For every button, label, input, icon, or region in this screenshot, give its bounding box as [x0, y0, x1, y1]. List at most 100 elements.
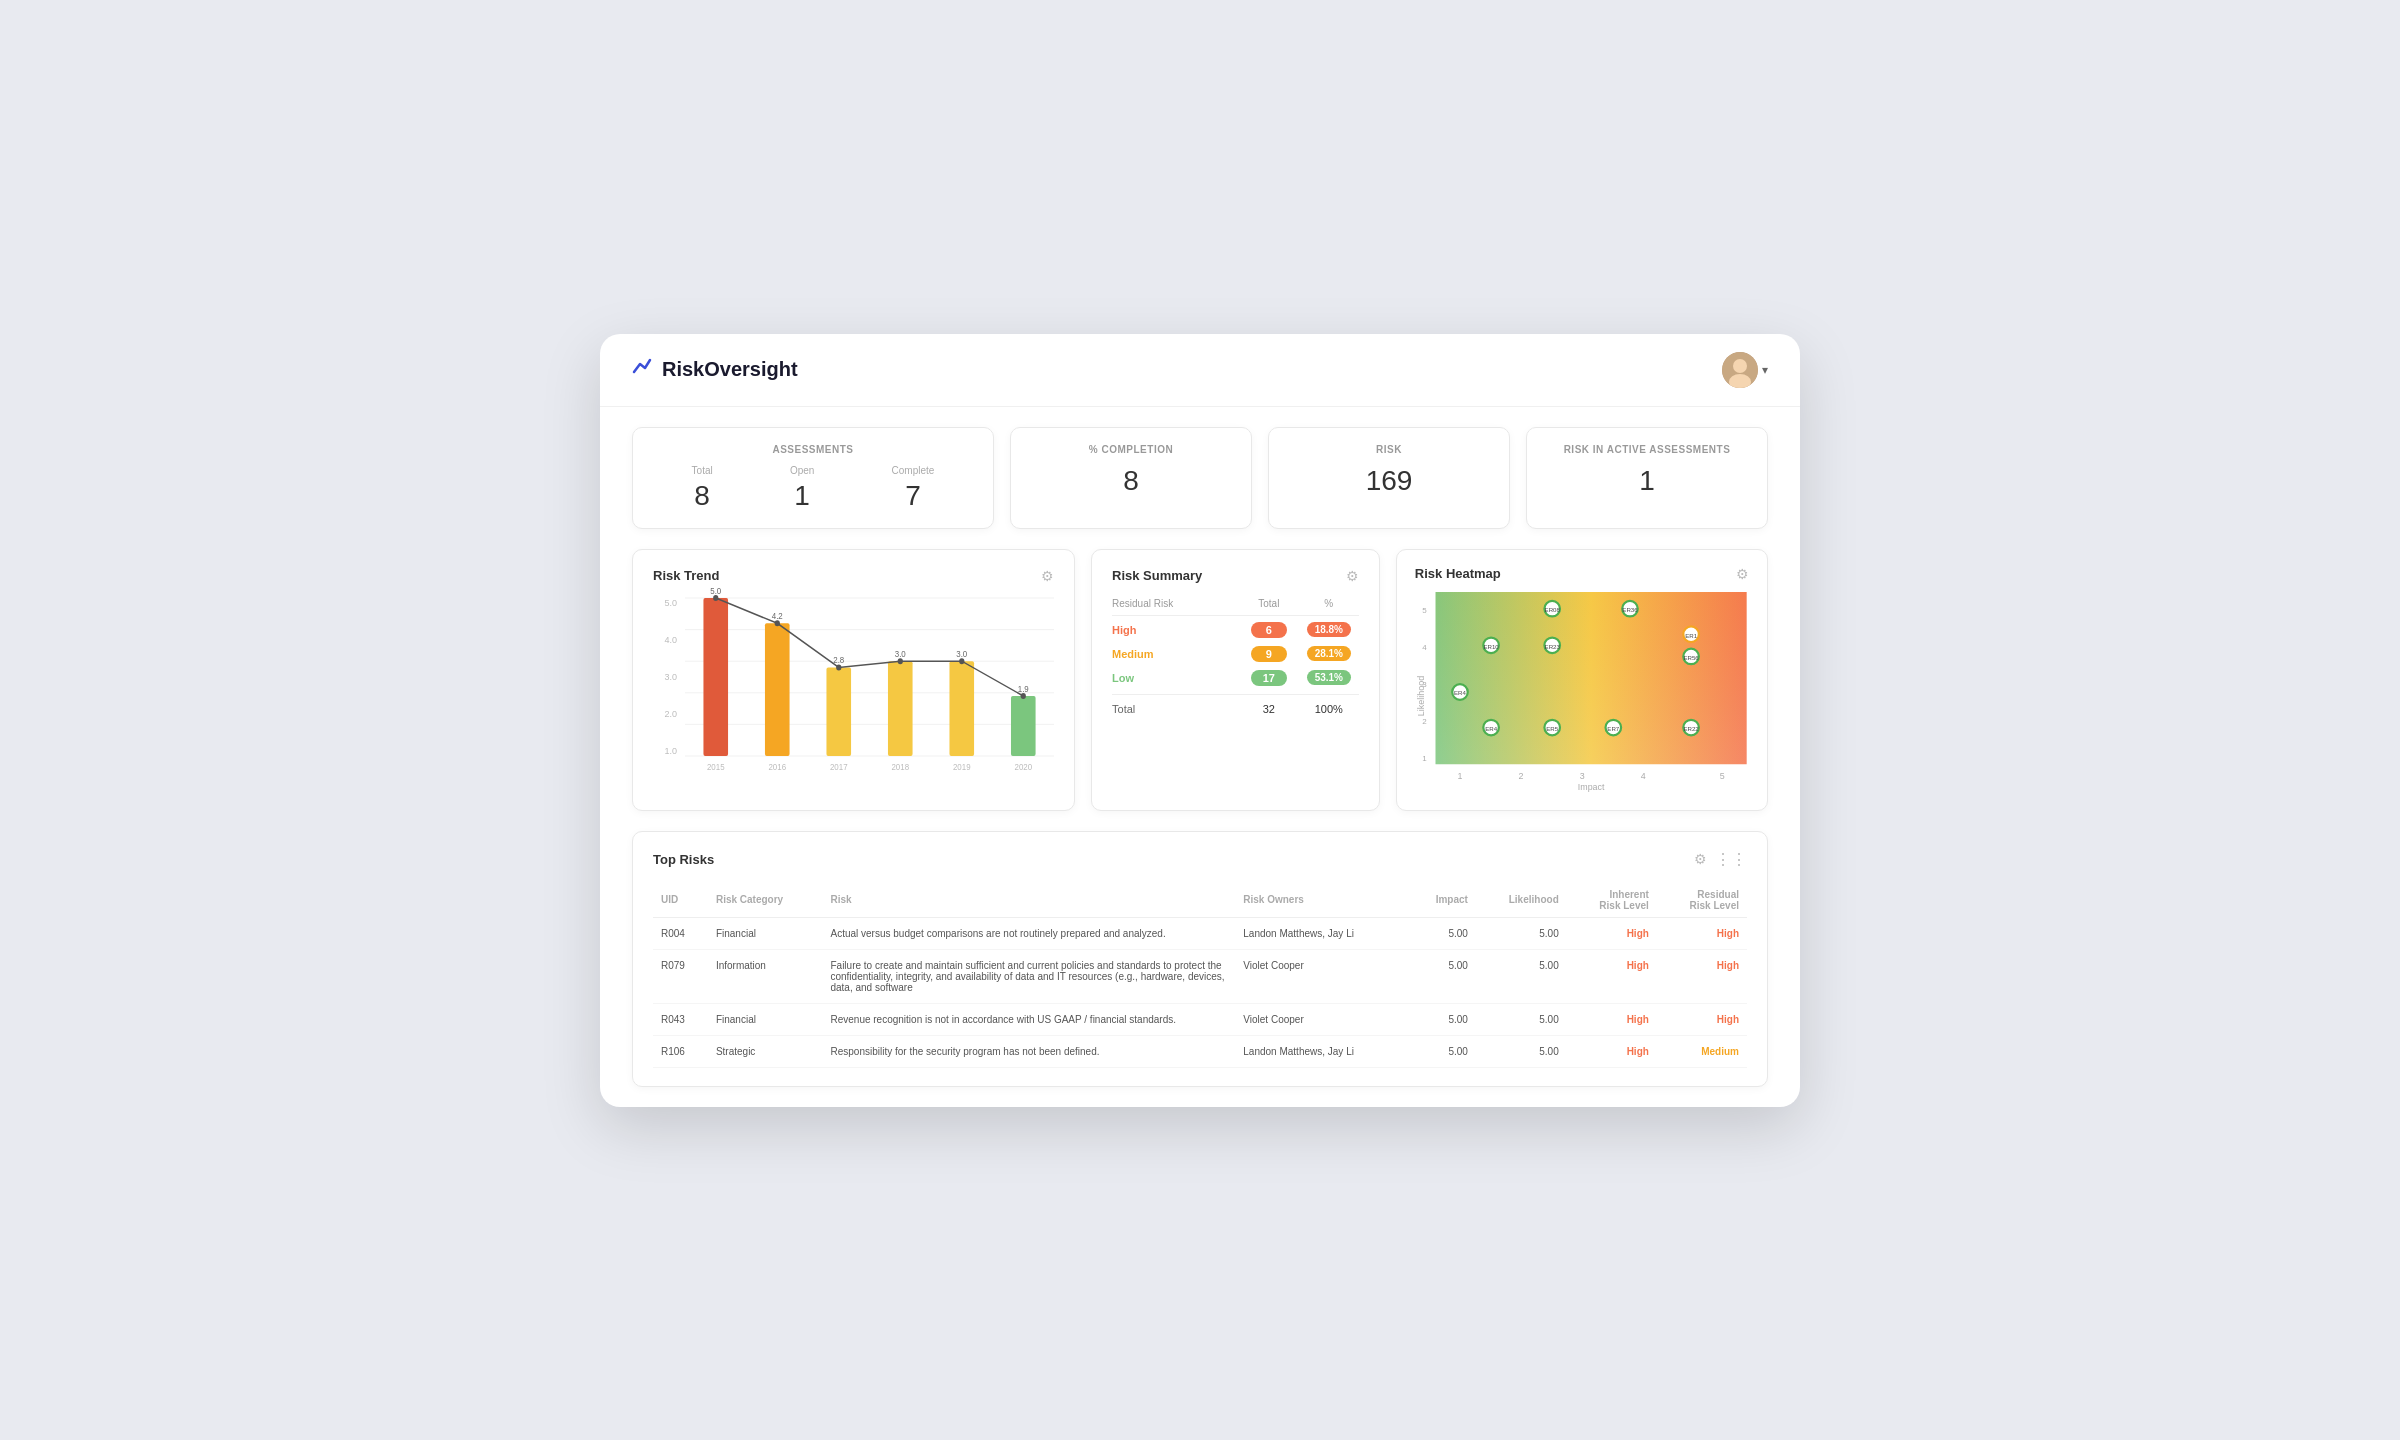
- summary-table: Residual Risk Total % High 6 18.8%: [1112, 598, 1359, 715]
- cell-uid: R106: [653, 1035, 708, 1067]
- main-content: ASSESSMENTS Total 8 Open 1 Complete 7: [600, 407, 1800, 1107]
- svg-text:1.9: 1.9: [1018, 683, 1029, 694]
- cell-likelihood: 5.00: [1476, 1003, 1567, 1035]
- cell-residual: High: [1657, 1003, 1747, 1035]
- y-tick-4: 4: [1422, 643, 1426, 652]
- y-tick-1: 1: [1422, 754, 1426, 763]
- total-row-value: 32: [1239, 703, 1299, 715]
- heatmap-gear-icon[interactable]: ⚙: [1736, 566, 1749, 582]
- table-icons: ⚙ ⋮⋮: [1694, 850, 1747, 869]
- col-residual: ResidualRisk Level: [1657, 883, 1747, 918]
- assessments-title: ASSESSMENTS: [653, 444, 973, 455]
- svg-text:2018: 2018: [891, 761, 909, 772]
- total-label: Total: [692, 465, 713, 476]
- svg-point-25: [959, 658, 964, 664]
- y-label-1: 1.0: [664, 746, 677, 756]
- svg-text:ER7: ER7: [1607, 724, 1619, 731]
- risk-trend-gear-icon[interactable]: ⚙: [1041, 568, 1054, 584]
- svg-point-21: [713, 595, 718, 601]
- high-label: High: [1112, 624, 1239, 636]
- cell-owners: Violet Cooper: [1235, 949, 1409, 1003]
- svg-point-1: [1733, 359, 1747, 373]
- cell-residual: High: [1657, 917, 1747, 949]
- cell-impact: 5.00: [1410, 917, 1476, 949]
- svg-text:2019: 2019: [953, 761, 971, 772]
- medium-total-badge: 9: [1251, 646, 1287, 662]
- top-risks-title: Top Risks: [653, 852, 714, 867]
- high-total-badge: 6: [1251, 622, 1287, 638]
- open-group: Open 1: [790, 465, 814, 512]
- table-row: R043 Financial Revenue recognition is no…: [653, 1003, 1747, 1035]
- svg-text:2016: 2016: [768, 761, 786, 772]
- heatmap-svg: ER08 ER36 ER10 ER23 ER1 ER56: [1429, 592, 1753, 792]
- chevron-down-icon: ▾: [1762, 363, 1768, 377]
- complete-group: Complete 7: [892, 465, 935, 512]
- svg-text:ER23: ER23: [1544, 642, 1560, 649]
- table-row: R106 Strategic Responsibility for the se…: [653, 1035, 1747, 1067]
- complete-label: Complete: [892, 465, 935, 476]
- risk-active-title: RISK IN ACTIVE ASSESSMENTS: [1547, 444, 1747, 455]
- svg-text:ER5: ER5: [1546, 724, 1558, 731]
- cell-impact: 5.00: [1410, 949, 1476, 1003]
- cell-category: Information: [708, 949, 823, 1003]
- cell-residual: Medium: [1657, 1035, 1747, 1067]
- logo-text: RiskOversight: [662, 358, 798, 381]
- logo-area: RiskOversight: [632, 356, 798, 383]
- user-avatar[interactable]: [1722, 352, 1758, 388]
- table-row: R004 Financial Actual versus budget comp…: [653, 917, 1747, 949]
- cell-risk: Responsibility for the security program …: [822, 1035, 1235, 1067]
- y-axis-label: Likelihood: [1416, 675, 1426, 716]
- cell-impact: 5.00: [1410, 1035, 1476, 1067]
- cell-uid: R004: [653, 917, 708, 949]
- summary-col-residual: Residual Risk: [1112, 598, 1239, 609]
- svg-rect-17: [949, 661, 974, 756]
- heatmap-card: Risk Heatmap ⚙ Likelihood 5 4 3 2: [1396, 549, 1768, 811]
- risk-trend-card: Risk Trend ⚙ 5.0 4.0 3.0 2.0 1.0: [632, 549, 1075, 811]
- svg-text:3: 3: [1580, 770, 1585, 780]
- svg-text:ER36: ER36: [1622, 606, 1638, 613]
- col-category: Risk Category: [708, 883, 823, 918]
- completion-title: % COMPLETION: [1031, 444, 1231, 455]
- svg-point-24: [898, 658, 903, 664]
- svg-rect-11: [765, 623, 790, 756]
- stats-row: ASSESSMENTS Total 8 Open 1 Complete 7: [632, 427, 1768, 529]
- cell-category: Financial: [708, 917, 823, 949]
- cell-risk: Revenue recognition is not in accordance…: [822, 1003, 1235, 1035]
- risk-value: 169: [1289, 465, 1489, 497]
- logo-icon: [632, 356, 654, 383]
- col-impact: Impact: [1410, 883, 1476, 918]
- y-label-4: 4.0: [664, 635, 677, 645]
- svg-text:2020: 2020: [1014, 761, 1032, 772]
- svg-text:4.2: 4.2: [772, 610, 783, 621]
- svg-text:4: 4: [1641, 770, 1646, 780]
- col-inherent: InherentRisk Level: [1567, 883, 1657, 918]
- col-likelihood: Likelihood: [1476, 883, 1567, 918]
- svg-text:Impact: Impact: [1578, 781, 1605, 791]
- cell-owners: Landon Matthews, Jay Li: [1235, 1035, 1409, 1067]
- cell-risk: Actual versus budget comparisons are not…: [822, 917, 1235, 949]
- complete-value: 7: [892, 480, 935, 512]
- high-pct-badge: 18.8%: [1307, 622, 1351, 637]
- cell-likelihood: 5.00: [1476, 949, 1567, 1003]
- cell-inherent: High: [1567, 949, 1657, 1003]
- cell-likelihood: 5.00: [1476, 1035, 1567, 1067]
- svg-text:3.0: 3.0: [895, 648, 906, 659]
- y-label-3: 3.0: [664, 672, 677, 682]
- risk-summary-title: Risk Summary: [1112, 568, 1202, 583]
- svg-text:2015: 2015: [707, 761, 725, 772]
- user-menu[interactable]: ▾: [1722, 352, 1768, 388]
- svg-text:5.0: 5.0: [710, 585, 721, 596]
- risk-title: RISK: [1289, 444, 1489, 455]
- cell-category: Strategic: [708, 1035, 823, 1067]
- svg-text:5: 5: [1720, 770, 1725, 780]
- risk-summary-gear-icon[interactable]: ⚙: [1346, 568, 1359, 584]
- table-dots-icon[interactable]: ⋮⋮: [1715, 850, 1747, 869]
- table-gear-icon[interactable]: ⚙: [1694, 851, 1707, 867]
- heatmap-title: Risk Heatmap: [1415, 566, 1501, 581]
- col-uid: UID: [653, 883, 708, 918]
- total-row-label: Total: [1112, 703, 1239, 715]
- risk-active-card: RISK IN ACTIVE ASSESSMENTS 1: [1526, 427, 1768, 529]
- svg-rect-13: [826, 667, 851, 756]
- cell-uid: R043: [653, 1003, 708, 1035]
- svg-rect-34: [1435, 592, 1746, 764]
